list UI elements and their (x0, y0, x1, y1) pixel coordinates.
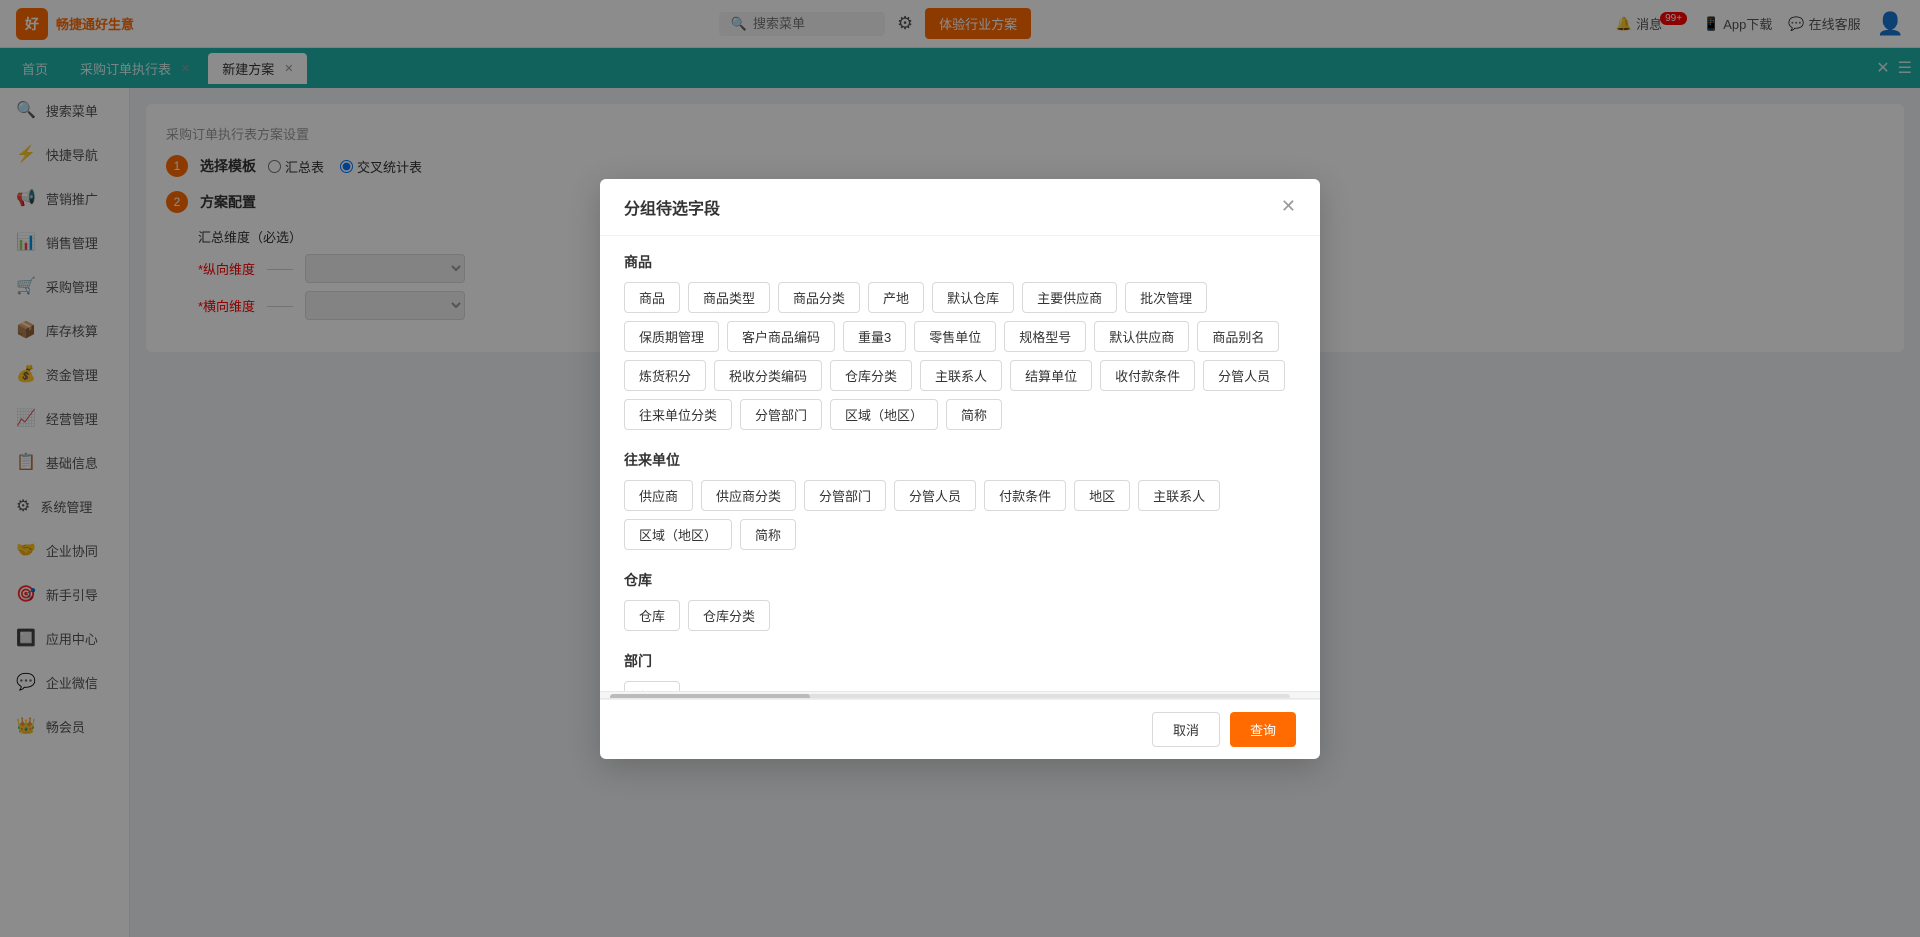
section-department-title: 部门 (624, 651, 1296, 671)
confirm-button[interactable]: 查询 (1230, 712, 1296, 747)
section-department-tags: 部门 (624, 681, 1296, 692)
field-tag-settlement-unit[interactable]: 结算单位 (1010, 360, 1092, 391)
field-tag-region-partner[interactable]: 区域（地区） (624, 519, 732, 550)
section-product-title: 商品 (624, 252, 1296, 272)
field-tag-warehouse-cat[interactable]: 仓库分类 (688, 600, 770, 631)
field-tag-short-name-partner[interactable]: 简称 (740, 519, 796, 550)
field-tag-points[interactable]: 炼货积分 (624, 360, 706, 391)
field-tag-warehouse-category[interactable]: 仓库分类 (830, 360, 912, 391)
field-tag-spec-model[interactable]: 规格型号 (1004, 321, 1086, 352)
field-tag-expiry-mgmt[interactable]: 保质期管理 (624, 321, 719, 352)
field-tag-customer-code[interactable]: 客户商品编码 (727, 321, 835, 352)
field-tag-dept[interactable]: 分管部门 (740, 399, 822, 430)
field-tag-payment-cond[interactable]: 付款条件 (984, 480, 1066, 511)
field-tag-supplier-category[interactable]: 供应商分类 (701, 480, 796, 511)
modal-footer: 取消 查询 (600, 699, 1320, 759)
field-tag-supervisor[interactable]: 分管人员 (1203, 360, 1285, 391)
modal-hscrollbar[interactable] (600, 691, 1320, 698)
section-product-tags: 商品 商品类型 商品分类 产地 默认仓库 主要供应商 批次管理 保质期管理 客户… (624, 282, 1296, 430)
field-select-modal: 分组待选字段 ✕ 商品 商品 商品类型 商品分类 产地 默认仓库 主要供应商 批… (600, 179, 1320, 759)
field-tag-partner-supervisor[interactable]: 分管人员 (894, 480, 976, 511)
field-tag-partner-dept[interactable]: 分管部门 (804, 480, 886, 511)
field-tag-main-contact-partner[interactable]: 主联系人 (1138, 480, 1220, 511)
field-tag-weight[interactable]: 重量3 (843, 321, 906, 352)
modal-header: 分组待选字段 ✕ (600, 179, 1320, 236)
field-tag-main-supplier[interactable]: 主要供应商 (1022, 282, 1117, 313)
field-tag-area[interactable]: 地区 (1074, 480, 1130, 511)
field-tag-payment-terms[interactable]: 收付款条件 (1100, 360, 1195, 391)
field-tag-partner-category[interactable]: 往来单位分类 (624, 399, 732, 430)
field-tag-supplier[interactable]: 供应商 (624, 480, 693, 511)
field-tag-tax-code[interactable]: 税收分类编码 (714, 360, 822, 391)
modal-title: 分组待选字段 (624, 195, 720, 219)
field-tag-department[interactable]: 部门 (624, 681, 680, 692)
modal-close-button[interactable]: ✕ (1281, 196, 1296, 217)
field-tag-retail-unit[interactable]: 零售单位 (914, 321, 996, 352)
field-tag-default-warehouse[interactable]: 默认仓库 (932, 282, 1014, 313)
field-tag-main-contact[interactable]: 主联系人 (920, 360, 1002, 391)
field-tag-product-category[interactable]: 商品分类 (778, 282, 860, 313)
field-tag-warehouse[interactable]: 仓库 (624, 600, 680, 631)
section-partner-tags: 供应商 供应商分类 分管部门 分管人员 付款条件 地区 主联系人 区域（地区） … (624, 480, 1296, 550)
section-partner: 往来单位 供应商 供应商分类 分管部门 分管人员 付款条件 地区 主联系人 区域… (624, 450, 1296, 550)
field-tag-product-type[interactable]: 商品类型 (688, 282, 770, 313)
section-department: 部门 部门 (624, 651, 1296, 692)
field-tag-short-name-product[interactable]: 简称 (946, 399, 1002, 430)
section-warehouse-tags: 仓库 仓库分类 (624, 600, 1296, 631)
field-tag-origin[interactable]: 产地 (868, 282, 924, 313)
field-tag-product-alias[interactable]: 商品别名 (1197, 321, 1279, 352)
section-partner-title: 往来单位 (624, 450, 1296, 470)
section-product: 商品 商品 商品类型 商品分类 产地 默认仓库 主要供应商 批次管理 保质期管理… (624, 252, 1296, 430)
field-tag-region-product[interactable]: 区域（地区） (830, 399, 938, 430)
section-warehouse-title: 仓库 (624, 570, 1296, 590)
section-warehouse: 仓库 仓库 仓库分类 (624, 570, 1296, 631)
modal-body: 商品 商品 商品类型 商品分类 产地 默认仓库 主要供应商 批次管理 保质期管理… (600, 236, 1320, 692)
field-tag-product[interactable]: 商品 (624, 282, 680, 313)
field-tag-default-supplier[interactable]: 默认供应商 (1094, 321, 1189, 352)
field-tag-batch-mgmt[interactable]: 批次管理 (1125, 282, 1207, 313)
cancel-button[interactable]: 取消 (1152, 712, 1220, 747)
